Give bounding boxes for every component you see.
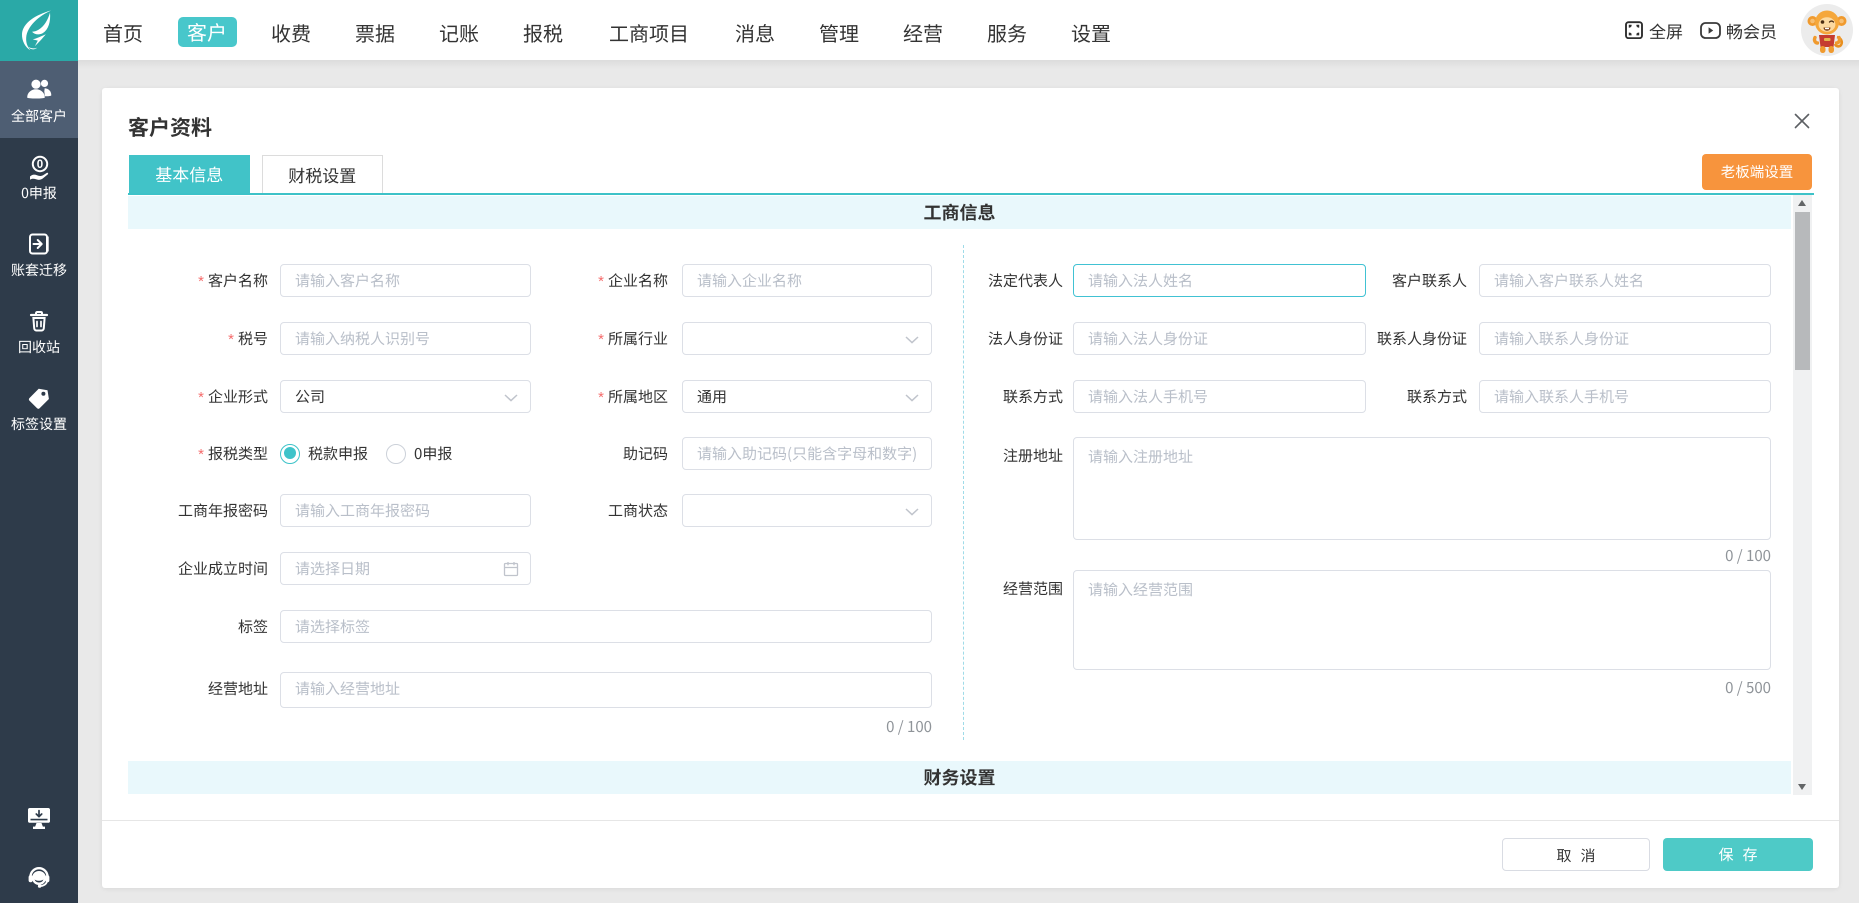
svg-text:0: 0: [37, 156, 43, 172]
